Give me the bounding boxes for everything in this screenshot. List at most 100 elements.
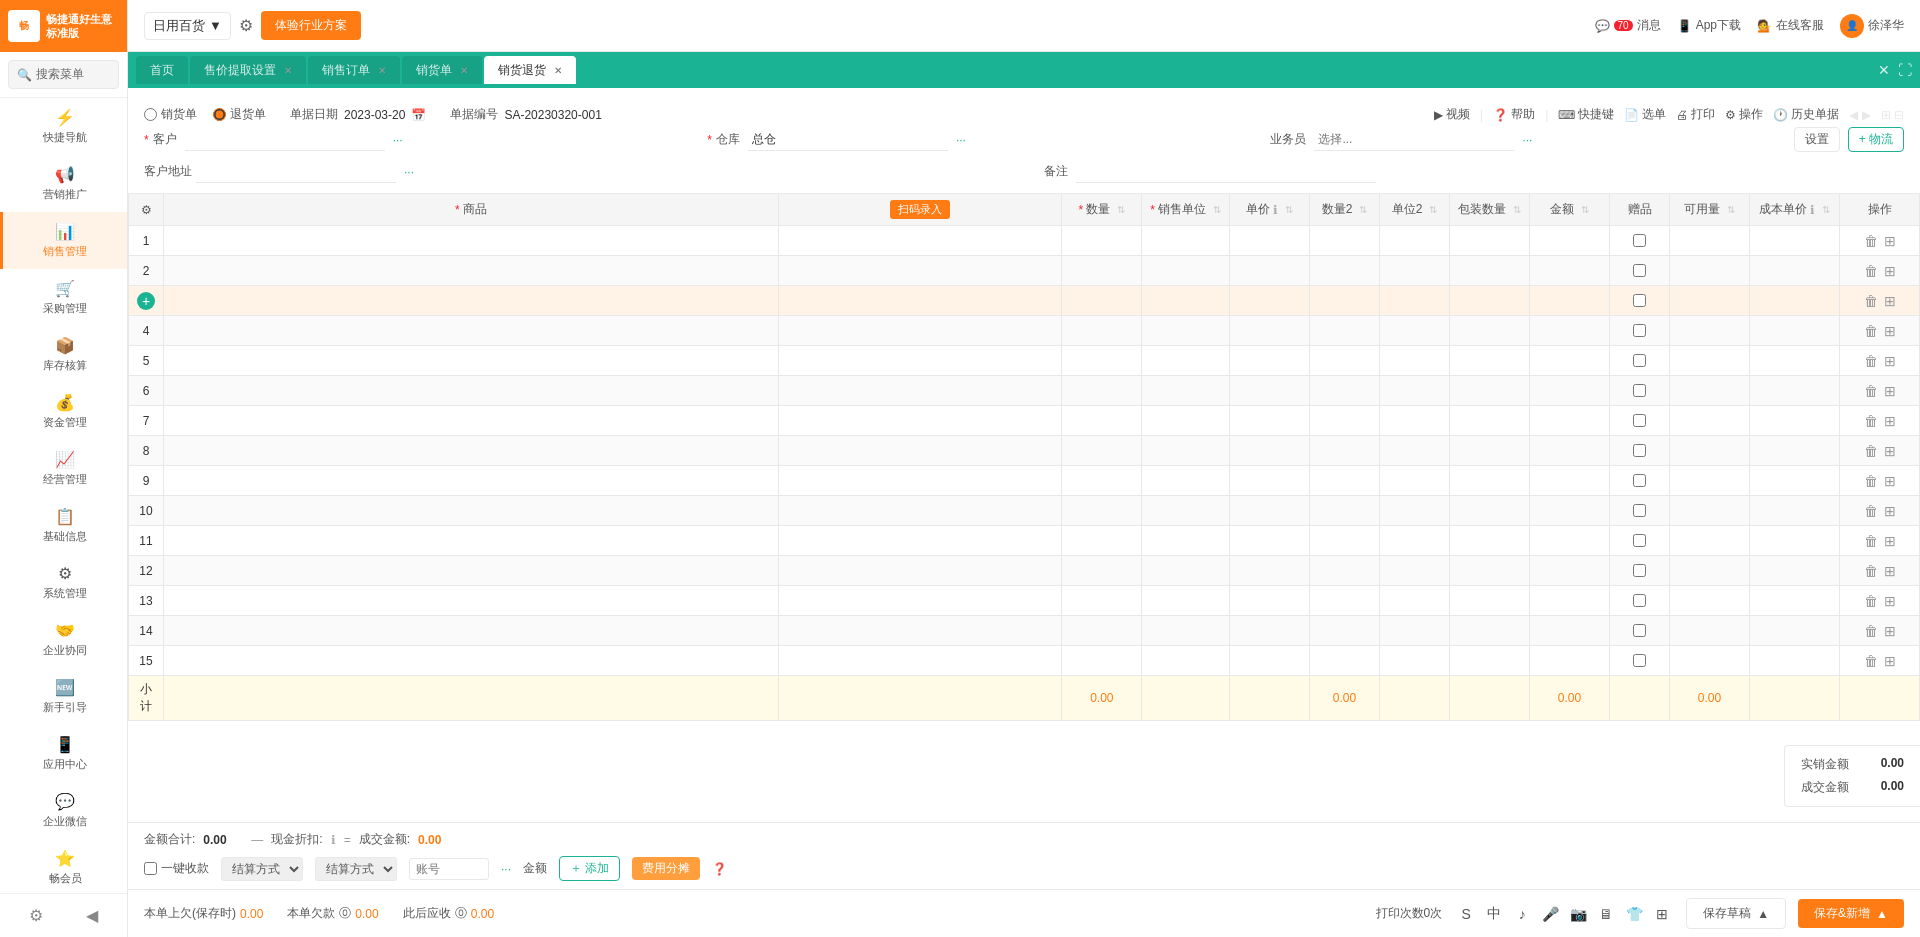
tool-icon-1[interactable]: S <box>1454 902 1478 926</box>
delete-icon-13[interactable]: 🗑 <box>1864 593 1878 609</box>
row-unit-8[interactable] <box>1142 436 1230 466</box>
row-unit2-8[interactable] <box>1380 436 1450 466</box>
copy-icon-15[interactable]: ⊞ <box>1884 653 1896 669</box>
sidebar-item-appstore[interactable]: 📱 应用中心 <box>0 725 127 782</box>
row-unit-12[interactable] <box>1142 556 1230 586</box>
row-unit2-14[interactable] <box>1380 616 1450 646</box>
row-price-6[interactable] <box>1230 376 1310 406</box>
daily-select[interactable]: 日用百货 ▼ <box>144 12 231 40</box>
message-btn[interactable]: 💬 70 消息 <box>1595 17 1661 34</box>
one-click-checkbox[interactable]: 一键收款 <box>144 860 209 877</box>
delete-icon-14[interactable]: 🗑 <box>1864 623 1878 639</box>
copy-icon-2[interactable]: ⊞ <box>1884 263 1896 279</box>
row-amount-10[interactable] <box>1530 496 1610 526</box>
row-price-11[interactable] <box>1230 526 1310 556</box>
row-unit-6[interactable] <box>1142 376 1230 406</box>
row-pack-8[interactable] <box>1450 436 1530 466</box>
sidebar-item-finance[interactable]: 💰 资金管理 <box>0 383 127 440</box>
row-pack-6[interactable] <box>1450 376 1530 406</box>
row-amount-15[interactable] <box>1530 646 1610 676</box>
row-price-15[interactable] <box>1230 646 1310 676</box>
row-amount-3[interactable] <box>1530 286 1610 316</box>
row-pack-3[interactable] <box>1450 286 1530 316</box>
copy-icon-12[interactable]: ⊞ <box>1884 563 1896 579</box>
row-price-2[interactable] <box>1230 256 1310 286</box>
row-qty2-13[interactable] <box>1310 586 1380 616</box>
row-unit2-5[interactable] <box>1380 346 1450 376</box>
row-price-14[interactable] <box>1230 616 1310 646</box>
row-price-3[interactable] <box>1230 286 1310 316</box>
row-unit-13[interactable] <box>1142 586 1230 616</box>
row-qty-6[interactable] <box>1062 376 1142 406</box>
tab-sales[interactable]: 销货单 ✕ <box>402 56 482 84</box>
delete-icon-3[interactable]: 🗑 <box>1864 293 1878 309</box>
th-gear[interactable]: ⚙ <box>129 194 164 226</box>
calc-method-select[interactable]: 结算方式 <box>315 857 397 881</box>
tool-icon-3[interactable]: ♪ <box>1510 902 1534 926</box>
tab-close-all-btn[interactable]: ✕ <box>1878 62 1890 78</box>
copy-icon-3[interactable]: ⊞ <box>1884 293 1896 309</box>
row-unit2-2[interactable] <box>1380 256 1450 286</box>
row-pack-11[interactable] <box>1450 526 1530 556</box>
delete-icon-8[interactable]: 🗑 <box>1864 443 1878 459</box>
sidebar-item-enterprise[interactable]: 🤝 企业协同 <box>0 611 127 668</box>
history-btn[interactable]: 🕐 历史单据 <box>1773 106 1839 123</box>
online-service-btn[interactable]: 💁 在线客服 <box>1757 17 1824 34</box>
sidebar-item-member[interactable]: ⭐ 畅会员 <box>0 839 127 893</box>
row-pack-15[interactable] <box>1450 646 1530 676</box>
row-qty2-10[interactable] <box>1310 496 1380 526</box>
copy-icon-8[interactable]: ⊞ <box>1884 443 1896 459</box>
row-price-12[interactable] <box>1230 556 1310 586</box>
row-pack-14[interactable] <box>1450 616 1530 646</box>
row-price-9[interactable] <box>1230 466 1310 496</box>
tool-icon-6[interactable]: 🖥 <box>1594 902 1618 926</box>
row-pack-1[interactable] <box>1450 226 1530 256</box>
row-qty-1[interactable] <box>1062 226 1142 256</box>
row-amount-4[interactable] <box>1530 316 1610 346</box>
row-product-2[interactable] <box>164 256 779 286</box>
row-amount-14[interactable] <box>1530 616 1610 646</box>
delete-icon-1[interactable]: 🗑 <box>1864 233 1878 249</box>
salesperson-input[interactable] <box>1314 128 1514 151</box>
copy-icon-13[interactable]: ⊞ <box>1884 593 1896 609</box>
row-product-7[interactable] <box>164 406 779 436</box>
row-qty-3[interactable] <box>1062 286 1142 316</box>
sidebar-item-purchase[interactable]: 🛒 采购管理 <box>0 269 127 326</box>
row-unit2-7[interactable] <box>1380 406 1450 436</box>
tool-icon-7[interactable]: 👕 <box>1622 902 1646 926</box>
row-amount-1[interactable] <box>1530 226 1610 256</box>
sidebar-item-shortcut[interactable]: ⚡ 快捷导航 <box>0 98 127 155</box>
settings-btn[interactable]: 设置 <box>1794 127 1840 152</box>
row-qty2-5[interactable] <box>1310 346 1380 376</box>
delete-icon-15[interactable]: 🗑 <box>1864 653 1878 669</box>
tab-price-setting[interactable]: 售价提取设置 ✕ <box>190 56 306 84</box>
row-pack-9[interactable] <box>1450 466 1530 496</box>
copy-icon-4[interactable]: ⊞ <box>1884 323 1896 339</box>
row-unit-10[interactable] <box>1142 496 1230 526</box>
row-unit-2[interactable] <box>1142 256 1230 286</box>
copy-icon-14[interactable]: ⊞ <box>1884 623 1896 639</box>
address-ellipsis-btn[interactable]: ··· <box>404 165 414 179</box>
row-qty2-7[interactable] <box>1310 406 1380 436</box>
copy-icon-9[interactable]: ⊞ <box>1884 473 1896 489</box>
row-qty2-12[interactable] <box>1310 556 1380 586</box>
tab-expand-btn[interactable]: ⛶ <box>1898 62 1912 78</box>
tab-sales-return[interactable]: 销货退货 ✕ <box>484 56 576 84</box>
save-new-btn[interactable]: 保存&新增 ▲ <box>1798 899 1904 928</box>
sidebar-item-guide[interactable]: 🆕 新手引导 <box>0 668 127 725</box>
copy-icon-10[interactable]: ⊞ <box>1884 503 1896 519</box>
row-product-3[interactable] <box>164 286 779 316</box>
row-qty2-6[interactable] <box>1310 376 1380 406</box>
row-unit-3[interactable] <box>1142 286 1230 316</box>
row-unit2-6[interactable] <box>1380 376 1450 406</box>
shortcut-btn[interactable]: ⌨ 快捷键 <box>1558 106 1614 123</box>
tool-icon-8[interactable]: ⊞ <box>1650 902 1674 926</box>
copy-icon-11[interactable]: ⊞ <box>1884 533 1896 549</box>
row-unit2-12[interactable] <box>1380 556 1450 586</box>
row-amount-8[interactable] <box>1530 436 1610 466</box>
salesperson-ellipsis-btn[interactable]: ··· <box>1522 133 1532 147</box>
copy-icon-6[interactable]: ⊞ <box>1884 383 1896 399</box>
row-price-8[interactable] <box>1230 436 1310 466</box>
tool-icon-2[interactable]: 中 <box>1482 902 1506 926</box>
settings-bottom-btn[interactable]: ⚙ <box>25 902 47 929</box>
